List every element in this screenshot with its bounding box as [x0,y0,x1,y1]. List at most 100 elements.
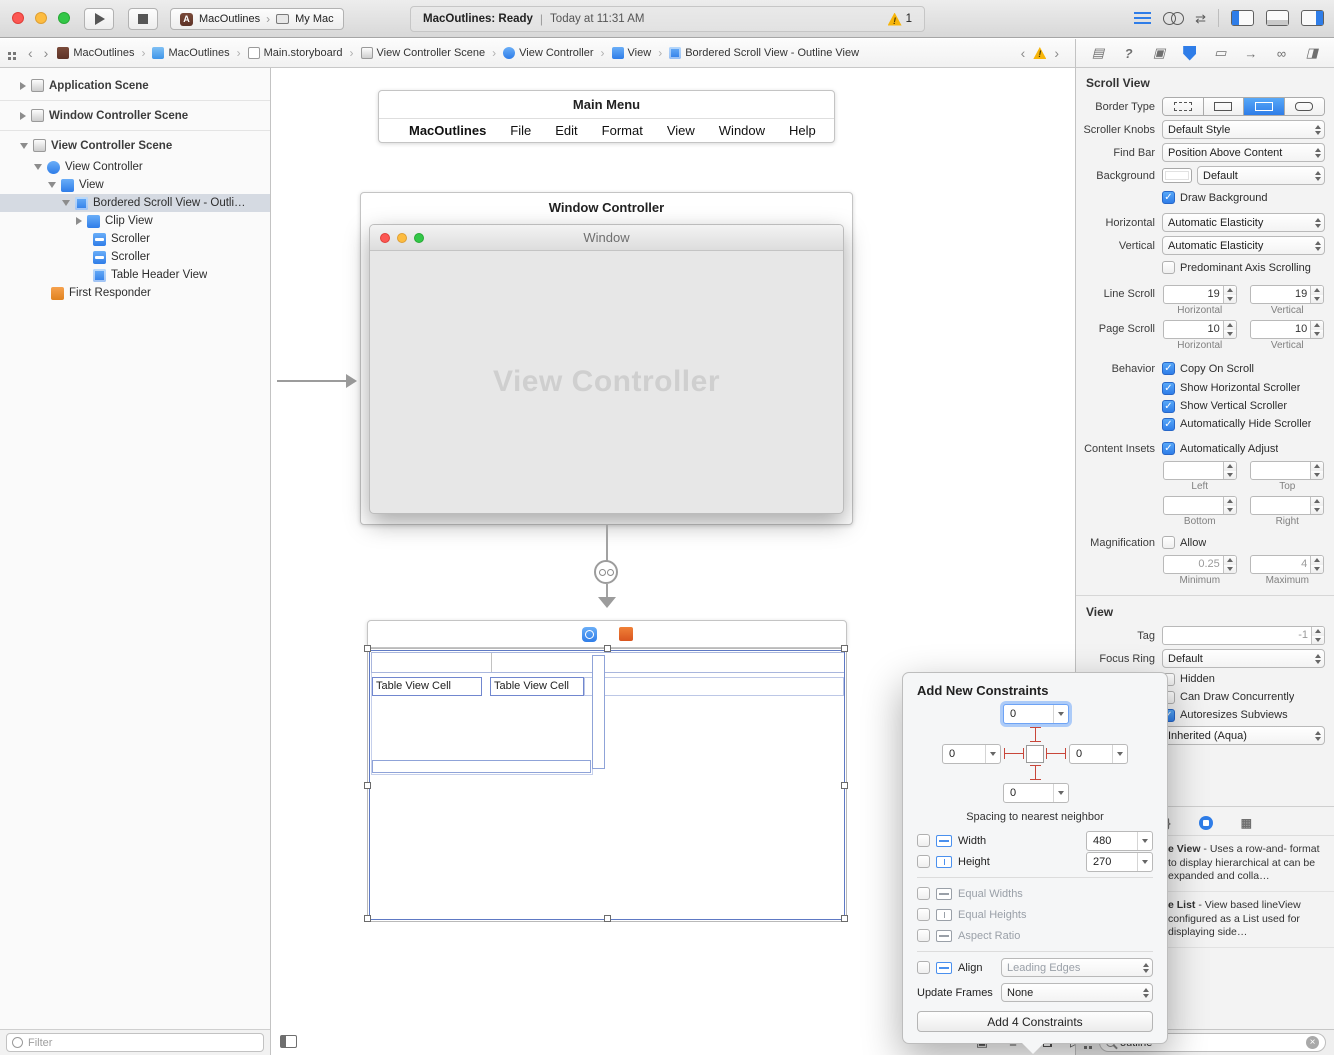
stepper-icon[interactable] [1310,497,1323,514]
disclosure-triangle-icon[interactable] [20,112,26,120]
trailing-spacing-combo[interactable]: 0 [1069,744,1128,764]
combo-arrow-icon[interactable] [985,745,1000,763]
inset-right-field[interactable] [1250,496,1324,515]
menu-item-appname[interactable]: MacOutlines [409,123,486,138]
stop-button[interactable] [128,8,158,30]
border-grooved-segment[interactable] [1285,98,1325,115]
breadcrumb-scroll-view[interactable]: Bordered Scroll View - Outline View [669,47,859,59]
toggle-inspectors-panel-button[interactable] [1301,10,1324,26]
toggle-navigator-panel-button[interactable] [1231,10,1254,26]
stepper-icon[interactable] [1223,462,1236,479]
sidebar-item-view-controller-scene[interactable]: View Controller Scene [0,133,270,158]
top-constraint-strut-icon[interactable] [1030,727,1041,742]
automatically-adjust-checkbox[interactable] [1162,442,1175,455]
filter-field[interactable] [6,1033,264,1052]
menu-item-help[interactable]: Help [789,123,816,138]
tag-field[interactable]: -1 [1162,626,1325,645]
selection-handle[interactable] [364,915,371,922]
show-horizontal-scroller-checkbox[interactable] [1162,382,1175,395]
leading-spacing-combo[interactable]: 0 [942,744,1001,764]
combo-arrow-icon[interactable] [1137,853,1152,871]
sidebar-item-window-controller-scene[interactable]: Window Controller Scene [0,103,270,128]
file-inspector-tab[interactable]: ▤ [1088,43,1108,63]
width-checkbox[interactable] [917,834,930,847]
minimize-window-button[interactable] [35,12,47,24]
horizontal-elasticity-popup[interactable]: Automatic Elasticity [1162,213,1325,232]
connections-inspector-tab[interactable]: → [1241,43,1261,63]
border-none-segment[interactable] [1163,98,1204,115]
attributes-inspector-tab[interactable] [1180,43,1200,63]
view-effects-inspector-tab[interactable]: ◨ [1302,43,1322,63]
segue-icon[interactable] [594,560,618,584]
combo-arrow-icon[interactable] [1112,745,1127,763]
stepper-icon[interactable] [1223,286,1236,303]
find-bar-popup[interactable]: Position Above Content [1162,143,1325,162]
menu-item-window[interactable]: Window [719,123,765,138]
editor-pane-toggle-icon[interactable] [280,1035,297,1048]
stepper-icon[interactable] [1223,497,1236,514]
stepper-icon[interactable] [1223,556,1236,573]
disclosure-triangle-icon[interactable] [62,200,70,206]
filter-input[interactable] [28,1037,258,1049]
selection-handle[interactable] [604,645,611,652]
bottom-spacing-combo[interactable]: 0 [1003,783,1069,803]
vertical-elasticity-popup[interactable]: Automatic Elasticity [1162,236,1325,255]
combo-arrow-icon[interactable] [1137,832,1152,850]
sidebar-item-clip-view[interactable]: Clip View [0,212,270,230]
view-controller-badge-icon[interactable] [582,627,597,642]
disclosure-triangle-icon[interactable] [76,217,82,225]
disclosure-triangle-icon[interactable] [34,164,42,170]
menu-item-view[interactable]: View [667,123,695,138]
selection-handle[interactable] [841,645,848,652]
height-checkbox[interactable] [917,855,930,868]
back-button[interactable]: ‹ [26,46,35,60]
size-inspector-tab[interactable]: ▭ [1210,43,1230,63]
background-popup[interactable]: Default [1197,166,1325,185]
line-scroll-horizontal-field[interactable]: 19 [1163,285,1237,304]
bindings-inspector-tab[interactable]: ∞ [1271,43,1291,63]
selection-handle[interactable] [364,782,371,789]
width-value-combo[interactable]: 480 [1086,831,1153,851]
breadcrumb-project[interactable]: MacOutlines [57,47,134,59]
border-bezel-segment[interactable] [1244,98,1285,115]
window-object[interactable]: Window View Controller [369,224,844,514]
background-color-well[interactable] [1162,168,1192,183]
selection-handle[interactable] [841,915,848,922]
combo-arrow-icon[interactable] [1053,705,1068,723]
scroller-knobs-popup[interactable]: Default Style [1162,120,1325,139]
menu-item-edit[interactable]: Edit [555,123,577,138]
next-issue-button[interactable]: › [1052,46,1061,60]
stepper-icon[interactable] [1310,286,1323,303]
combo-arrow-icon[interactable] [1053,784,1068,802]
stepper-icon[interactable] [1310,556,1323,573]
issue-warning-icon[interactable] [1033,47,1046,59]
stepper-icon[interactable] [1223,321,1236,338]
disclosure-triangle-icon[interactable] [20,82,26,90]
sidebar-item-application-scene[interactable]: Application Scene [0,73,270,98]
page-scroll-vertical-field[interactable]: 10 [1250,320,1324,339]
menu-item-file[interactable]: File [510,123,531,138]
sidebar-item-first-responder[interactable]: First Responder [0,284,270,302]
stepper-icon[interactable] [1310,321,1323,338]
equal-widths-checkbox[interactable] [917,887,930,900]
predominant-axis-checkbox[interactable] [1162,261,1175,274]
equal-heights-checkbox[interactable] [917,908,930,921]
magnification-minimum-field[interactable]: 0.25 [1163,555,1237,574]
object-library-icon[interactable] [1199,816,1213,830]
forward-button[interactable]: › [42,46,51,60]
inset-bottom-field[interactable] [1163,496,1237,515]
zoom-window-button[interactable] [58,12,70,24]
menu-item-format[interactable]: Format [602,123,643,138]
window-content-view[interactable]: View Controller [370,251,843,513]
selection-handle[interactable] [604,915,611,922]
appearance-popup[interactable]: Inherited (Aqua) [1162,726,1325,745]
top-spacing-combo[interactable]: 0 [1003,704,1069,724]
line-scroll-vertical-field[interactable]: 19 [1250,285,1324,304]
disclosure-triangle-icon[interactable] [48,182,56,188]
toggle-debug-area-button[interactable] [1266,10,1289,26]
allow-magnification-checkbox[interactable] [1162,536,1175,549]
breadcrumb-storyboard[interactable]: Main.storyboard [248,47,343,59]
page-scroll-horizontal-field[interactable]: 10 [1163,320,1237,339]
align-checkbox[interactable] [917,961,930,974]
sidebar-item-view-controller[interactable]: View Controller [0,158,270,176]
